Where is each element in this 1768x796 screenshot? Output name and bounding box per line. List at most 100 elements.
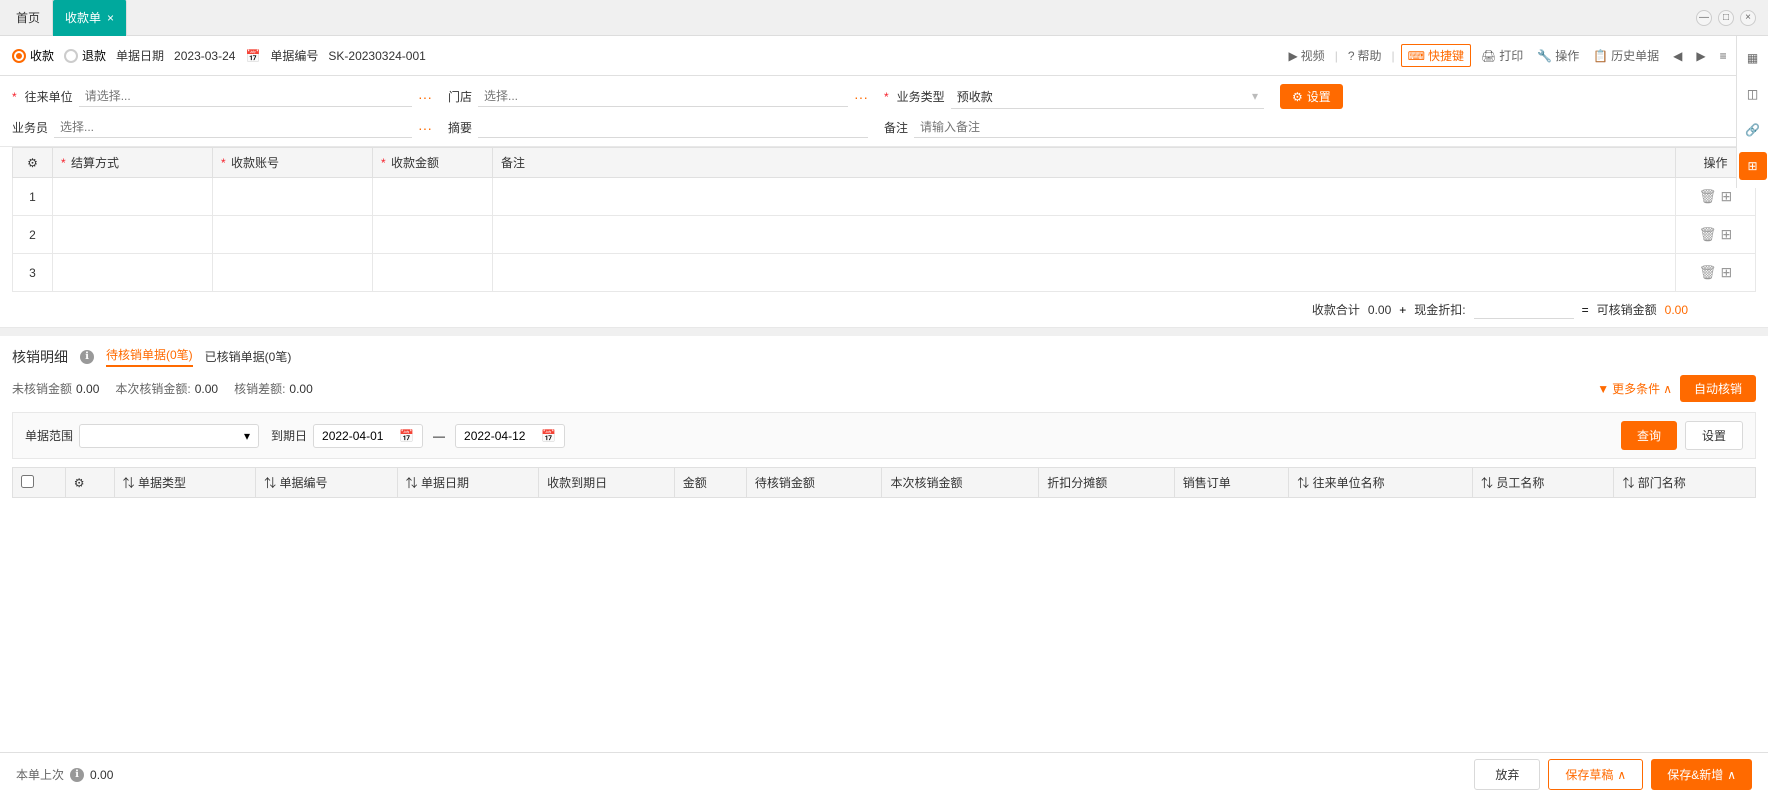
receive-radio-label: 收款 (30, 47, 54, 64)
staff-more-icon[interactable]: ··· (418, 120, 432, 136)
shortcut-button[interactable]: ⌨ 快捷键 (1401, 44, 1471, 67)
checkbox-col[interactable] (13, 468, 66, 498)
settle-cell-3[interactable] (53, 254, 213, 292)
calendar-icon[interactable]: 📅 (245, 49, 260, 63)
receive-radio[interactable]: 收款 (12, 47, 54, 64)
amount-cell-3[interactable] (373, 254, 493, 292)
settings-col[interactable]: ⚙ (65, 468, 114, 498)
discard-button[interactable]: 放弃 (1474, 759, 1540, 790)
verifiable-label: 可核销金额 (1597, 301, 1657, 318)
prev-button[interactable]: ◀ (1669, 47, 1686, 65)
store-field: 门店 ··· (448, 86, 868, 107)
verify-stats: 未核销金额 0.00 本次核销金额: 0.00 核销差额: 0.00 ▼ 更多条… (12, 375, 1756, 402)
copy-row-2-icon[interactable]: ⊞ (1721, 226, 1733, 243)
settle-cell-2[interactable] (53, 216, 213, 254)
copy-row-1-icon[interactable]: ⊞ (1721, 188, 1733, 205)
wrench-icon: 🔧 (1537, 49, 1552, 63)
settle-cell-1[interactable] (53, 178, 213, 216)
summary-row: 收款合计 0.00 + 现金折扣: = 可核销金额 0.00 (0, 292, 1768, 328)
form-settings-button[interactable]: ⚙ 设置 (1280, 84, 1343, 109)
refund-radio-dot (64, 49, 78, 63)
store-more-icon[interactable]: ··· (854, 89, 868, 105)
done-tab[interactable]: 已核销单据(0笔) (205, 348, 292, 365)
amount-cell-2[interactable] (373, 216, 493, 254)
operation-button[interactable]: 🔧 操作 (1533, 45, 1583, 66)
settings-col-header[interactable]: ⚙ (13, 148, 53, 178)
layout-button[interactable]: ≡ (1716, 47, 1731, 65)
maximize-button[interactable]: □ (1718, 10, 1734, 26)
filter-settings-button[interactable]: 设置 (1685, 421, 1743, 450)
sidebar-icon-panel[interactable]: ◫ (1739, 80, 1767, 108)
video-button[interactable]: ▶ 视频 (1284, 45, 1328, 66)
sidebar-icon-expand[interactable]: ⊞ (1739, 152, 1767, 180)
print-button[interactable]: 🖨 打印 (1477, 45, 1527, 66)
discount-input[interactable] (1474, 300, 1574, 319)
select-all-checkbox[interactable] (21, 475, 34, 488)
remarks-input[interactable] (914, 117, 1756, 138)
tab-receipt[interactable]: 收款单 × (53, 0, 127, 36)
account-cell-2[interactable] (213, 216, 373, 254)
row-num-1: 1 (13, 178, 53, 216)
date-value[interactable]: 2023-03-24 (174, 49, 235, 63)
sidebar-icon-grid[interactable]: ▦ (1739, 44, 1767, 72)
due-date-col: 收款到期日 (539, 468, 675, 498)
save-new-button[interactable]: 保存&新增 ∧ (1651, 759, 1752, 790)
sort-dept-icon: ⇅ (1622, 476, 1634, 490)
refund-radio[interactable]: 退款 (64, 47, 106, 64)
sales-order-col: 销售订单 (1174, 468, 1288, 498)
date-to-input[interactable]: 2022-04-12 📅 (455, 424, 565, 448)
range-label: 单据范围 (25, 427, 73, 444)
gear-icon: ⚙ (1292, 90, 1303, 104)
save-new-label: 保存&新增 (1667, 766, 1723, 783)
footer-info: 本单上次 ℹ 0.00 (16, 766, 113, 783)
amount-cell-1[interactable] (373, 178, 493, 216)
counterpart-more-icon[interactable]: ··· (418, 89, 432, 105)
row-num-3: 3 (13, 254, 53, 292)
remark-cell-1[interactable] (493, 178, 1676, 216)
help-button[interactable]: ? 帮助 (1344, 45, 1386, 66)
draft-button[interactable]: 保存草稿 ∧ (1548, 759, 1643, 790)
pending-tab[interactable]: 待核销单据(0笔) (106, 346, 193, 367)
receive-radio-dot (12, 49, 26, 63)
table-row: 2 🗑 ⊞ (13, 216, 1756, 254)
btable-gear-icon: ⚙ (74, 476, 85, 490)
query-button[interactable]: 查询 (1621, 421, 1677, 450)
total-value: 0.00 (1368, 303, 1391, 317)
sidebar-icon-link[interactable]: 🔗 (1739, 116, 1767, 144)
date-field: 到期日 2022-04-01 📅 — 2022-04-12 📅 (271, 424, 565, 448)
counterpart-input[interactable] (79, 86, 412, 107)
tab-close-icon[interactable]: × (107, 11, 114, 25)
counterpart-field: * 往来单位 ··· (12, 86, 432, 107)
verify-info-icon[interactable]: ℹ (80, 350, 94, 364)
delete-row-2-icon[interactable]: 🗑 (1699, 226, 1717, 243)
store-input[interactable] (478, 86, 848, 107)
row-actions-2: 🗑 ⊞ (1684, 226, 1747, 243)
close-window-button[interactable]: × (1740, 10, 1756, 26)
summary-input[interactable] (478, 117, 868, 138)
business-type-select[interactable]: 预收款 ▾ (951, 85, 1264, 109)
account-cell-1[interactable] (213, 178, 373, 216)
history-button[interactable]: 📋 历史单据 (1589, 45, 1663, 66)
tab-home[interactable]: 首页 (4, 0, 53, 36)
copy-row-3-icon[interactable]: ⊞ (1721, 264, 1733, 281)
chevron-down-icon: ▾ (244, 429, 250, 443)
remark-cell-3[interactable] (493, 254, 1676, 292)
auto-verify-button[interactable]: 自动核销 (1680, 375, 1756, 402)
business-type-field: * 业务类型 预收款 ▾ (884, 85, 1264, 109)
staff-input[interactable] (54, 117, 412, 138)
remark-cell-2[interactable] (493, 216, 1676, 254)
help-icon: ? (1348, 49, 1355, 63)
next-button[interactable]: ▶ (1692, 47, 1709, 65)
date-from-input[interactable]: 2022-04-01 📅 (313, 424, 423, 448)
current-value: 0.00 (195, 382, 218, 396)
history-icon: 📋 (1593, 49, 1608, 63)
delete-row-3-icon[interactable]: 🗑 (1699, 264, 1717, 281)
footer-info-icon[interactable]: ℹ (70, 768, 84, 782)
account-cell-3[interactable] (213, 254, 373, 292)
range-select[interactable]: ▾ (79, 424, 259, 448)
minimize-button[interactable]: — (1696, 10, 1712, 26)
delete-row-1-icon[interactable]: 🗑 (1699, 188, 1717, 205)
more-conditions-button[interactable]: ▼ 更多条件 ∧ (1597, 380, 1672, 397)
remark-col-header: 备注 (493, 148, 1676, 178)
dept-col: ⇅ 部门名称 (1614, 468, 1756, 498)
